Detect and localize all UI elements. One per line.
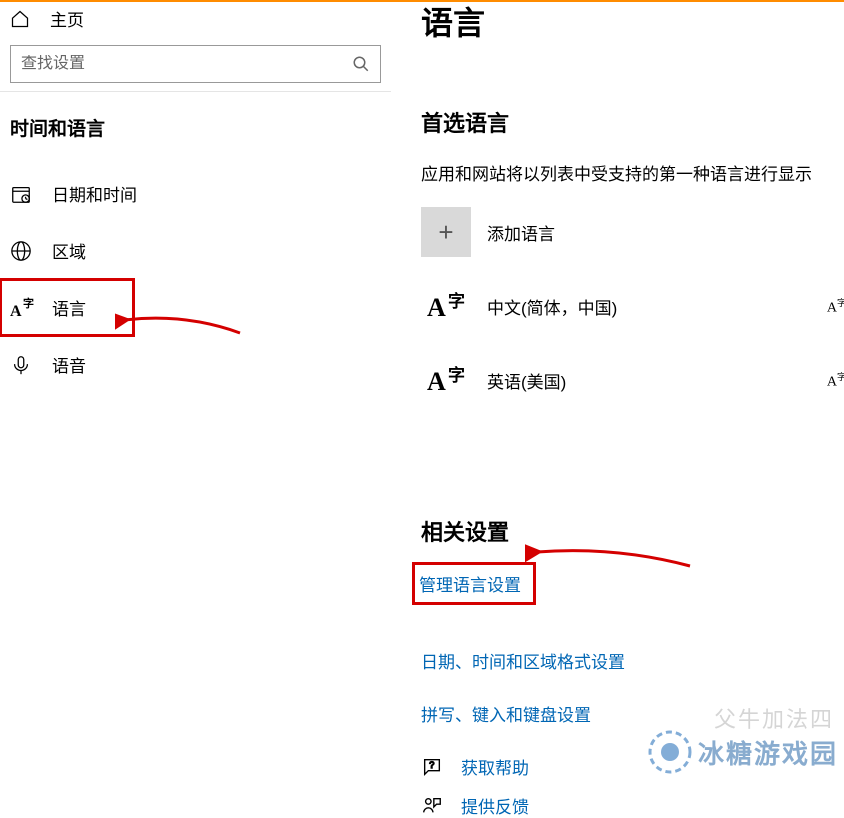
language-a-icon: A 字 [10, 297, 32, 319]
search-icon [352, 55, 370, 73]
preferred-languages-title: 首选语言 [421, 106, 844, 138]
link-get-help[interactable]: 获取帮助 [461, 754, 529, 779]
language-a-icon: A字 [827, 370, 844, 391]
search-wrap [0, 37, 391, 92]
home-icon [10, 9, 30, 29]
language-glyph-icon: A字 [421, 355, 471, 405]
plus-icon: + [421, 207, 471, 257]
feedback-row: 提供反馈 [421, 793, 844, 818]
link-manage-language[interactable]: 管理语言设置 [415, 565, 533, 602]
sidebar: 主页 时间和语言 日期和时间 区域 [0, 2, 391, 788]
sidebar-item-region[interactable]: 区域 [0, 222, 391, 279]
sidebar-home[interactable]: 主页 [0, 2, 391, 37]
help-row: ? 获取帮助 [421, 754, 844, 779]
svg-text:?: ? [429, 759, 434, 769]
related-settings-title: 相关设置 [421, 515, 844, 547]
sidebar-item-speech[interactable]: 语音 [0, 336, 391, 393]
sidebar-item-datetime[interactable]: 日期和时间 [0, 165, 391, 222]
sidebar-home-label: 主页 [50, 6, 84, 31]
sidebar-item-language[interactable]: A 字 语言 [0, 279, 134, 336]
link-datetime-format[interactable]: 日期、时间和区域格式设置 [421, 648, 844, 673]
search-box[interactable] [10, 45, 381, 83]
add-language-label: 添加语言 [487, 220, 555, 245]
preferred-languages-desc: 应用和网站将以列表中受支持的第一种语言进行显示 [421, 160, 844, 185]
link-spelling-keyboard[interactable]: 拼写、键入和键盘设置 [421, 701, 844, 726]
globe-icon [10, 240, 32, 262]
sidebar-item-label: 日期和时间 [52, 181, 137, 206]
search-input[interactable] [21, 55, 352, 73]
language-glyph-icon: A字 [421, 281, 471, 331]
content-area: 语言 首选语言 应用和网站将以列表中受支持的第一种语言进行显示 + 添加语言 A… [391, 2, 844, 788]
language-item-chinese[interactable]: A字 中文(简体，中国) A字 [421, 281, 844, 331]
sidebar-nav-list: 日期和时间 区域 A 字 语言 语音 [0, 159, 391, 399]
language-a-icon: A字 [827, 296, 844, 317]
sidebar-item-label: 语言 [52, 295, 86, 320]
language-item-english[interactable]: A字 英语(美国) A字 [421, 355, 844, 405]
clock-calendar-icon [10, 183, 32, 205]
language-label: 英语(美国) [487, 368, 566, 393]
sidebar-category-title: 时间和语言 [0, 92, 391, 159]
page-title: 语言 [421, 0, 844, 44]
related-links: 管理语言设置 日期、时间和区域格式设置 拼写、键入和键盘设置 [421, 565, 844, 726]
sidebar-item-label: 语音 [52, 352, 86, 377]
sidebar-item-label: 区域 [52, 238, 86, 263]
microphone-icon [10, 354, 32, 376]
add-language-button[interactable]: + 添加语言 [421, 207, 844, 257]
feedback-icon [421, 795, 443, 817]
language-label: 中文(简体，中国) [487, 294, 617, 319]
link-feedback[interactable]: 提供反馈 [461, 793, 529, 818]
chat-help-icon: ? [421, 756, 443, 778]
